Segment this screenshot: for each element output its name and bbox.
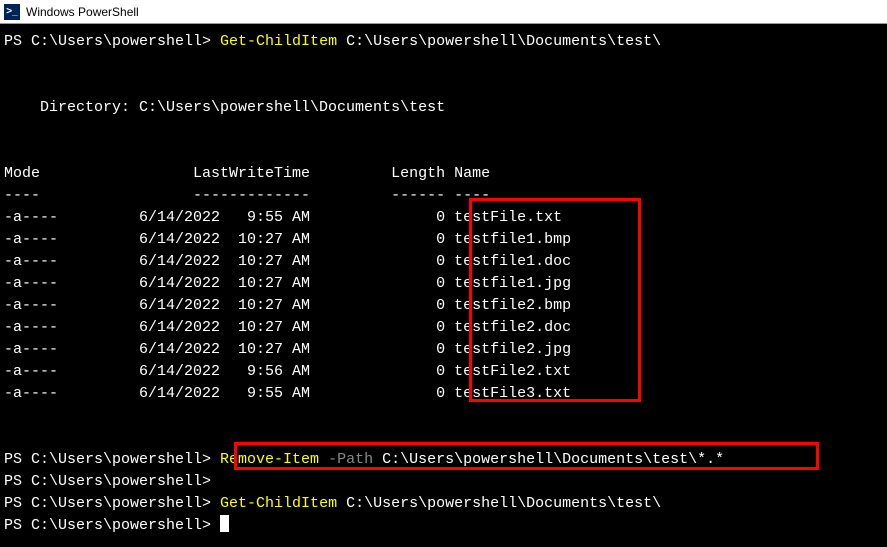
cmdlet-remove-item: Remove-Item	[220, 451, 319, 468]
terminal-body[interactable]: PS C:\Users\powershell> Get-ChildItem C:…	[0, 24, 887, 544]
prompt-line-current[interactable]: PS C:\Users\powershell>	[4, 515, 883, 537]
directory-header: Directory: C:\Users\powershell\Documents…	[4, 97, 883, 119]
cmd-arg-path: C:\Users\powershell\Documents\test\*.*	[373, 451, 724, 468]
table-row: -a---- 6/14/2022 10:27 AM 0 testfile1.jp…	[4, 273, 883, 295]
table-row: -a---- 6/14/2022 9:55 AM 0 testFile.txt	[4, 207, 883, 229]
prompt-line-3: PS C:\Users\powershell>	[4, 471, 883, 493]
prompt-line-4: PS C:\Users\powershell> Get-ChildItem C:…	[4, 493, 883, 515]
prompt-text: PS C:\Users\powershell>	[4, 451, 220, 468]
table-row: -a---- 6/14/2022 10:27 AM 0 testfile2.jp…	[4, 339, 883, 361]
table-row: -a---- 6/14/2022 9:55 AM 0 testFile3.txt	[4, 383, 883, 405]
table-row: -a---- 6/14/2022 10:27 AM 0 testfile1.bm…	[4, 229, 883, 251]
cmdlet-get-childitem: Get-ChildItem	[220, 495, 337, 512]
prompt-line-1: PS C:\Users\powershell> Get-ChildItem C:…	[4, 31, 883, 53]
prompt-text: PS C:\Users\powershell>	[4, 517, 220, 534]
window-title-bar[interactable]: >_ Windows PowerShell	[0, 0, 887, 24]
table-row: -a---- 6/14/2022 10:27 AM 0 testfile1.do…	[4, 251, 883, 273]
powershell-icon: >_	[4, 4, 20, 20]
table-row: -a---- 6/14/2022 10:27 AM 0 testfile2.bm…	[4, 295, 883, 317]
cmd-arg-path: C:\Users\powershell\Documents\test\	[337, 495, 661, 512]
prompt-text: PS C:\Users\powershell>	[4, 495, 220, 512]
window-title: Windows PowerShell	[26, 5, 139, 19]
param-path: -Path	[319, 451, 373, 468]
prompt-text: PS C:\Users\powershell>	[4, 33, 220, 50]
cmd-arg-path: C:\Users\powershell\Documents\test\	[337, 33, 661, 50]
cursor	[220, 515, 229, 532]
table-column-underline: ---- ------------- ------ ----	[4, 185, 883, 207]
table-column-header: Mode LastWriteTime Length Name	[4, 163, 883, 185]
cmdlet-get-childitem: Get-ChildItem	[220, 33, 337, 50]
table-row: -a---- 6/14/2022 9:56 AM 0 testFile2.txt	[4, 361, 883, 383]
table-row: -a---- 6/14/2022 10:27 AM 0 testfile2.do…	[4, 317, 883, 339]
prompt-line-2: PS C:\Users\powershell> Remove-Item -Pat…	[4, 449, 883, 471]
